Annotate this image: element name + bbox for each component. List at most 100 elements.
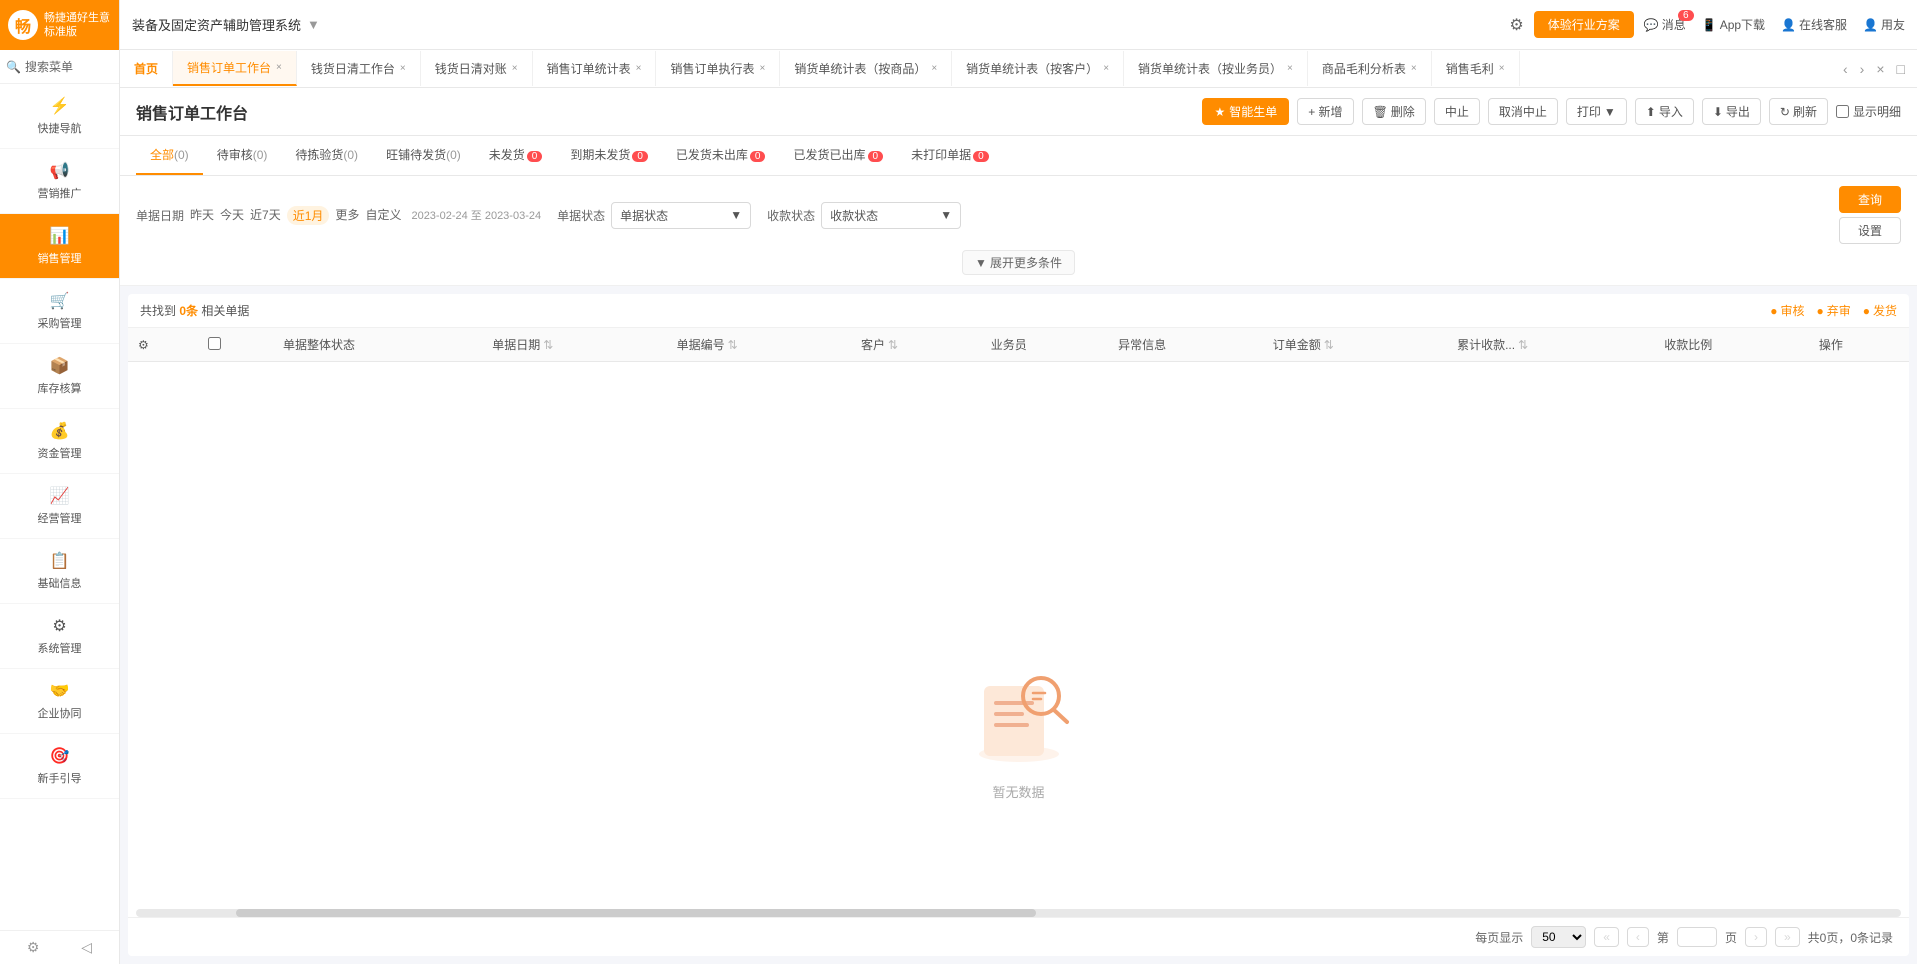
sidebar-item-purchase[interactable]: 🛒采购管理	[0, 279, 119, 344]
tab-close-sales-workbench[interactable]: ×	[276, 62, 282, 73]
show-detail-input[interactable]	[1836, 105, 1849, 118]
scrollbar-thumb[interactable]	[236, 909, 1036, 917]
setting-btn[interactable]: 设置	[1839, 217, 1901, 244]
online-service-action[interactable]: 👤 在线客服	[1781, 16, 1847, 33]
sub-tab-pending-inspect[interactable]: 待拣验货(0)	[281, 136, 372, 175]
th-date[interactable]: 单据日期⇅	[482, 328, 666, 362]
tab-close-sales-customer-stats[interactable]: ×	[1103, 63, 1109, 74]
sidebar-item-basic-info[interactable]: 📋基础信息	[0, 539, 119, 604]
tab-cash-daily[interactable]: 钱货日清工作台×	[297, 51, 421, 86]
tab-maximize-icon[interactable]: □	[1893, 59, 1909, 79]
sort-collected-icon[interactable]: ⇅	[1518, 338, 1528, 352]
tab-close-cash-daily[interactable]: ×	[400, 63, 406, 74]
add-btn[interactable]: + 新增	[1297, 98, 1353, 125]
delete-btn[interactable]: 🗑 删除	[1362, 98, 1426, 125]
tab-sales-staff-stats[interactable]: 销货单统计表（按业务员）×	[1124, 51, 1308, 86]
table-action-ship[interactable]: ●发货	[1863, 302, 1897, 319]
sort-amount-icon[interactable]: ⇅	[1324, 338, 1334, 352]
table-action-abandon[interactable]: ●弃审	[1816, 302, 1850, 319]
date-link-今天[interactable]: 今天	[220, 206, 244, 225]
user-action[interactable]: 👤 用友	[1863, 16, 1905, 33]
tab-sales-customer-stats[interactable]: 销货单统计表（按客户）×	[952, 51, 1124, 86]
tab-gross-margin[interactable]: 商品毛利分析表×	[1308, 51, 1432, 86]
sidebar-item-marketing[interactable]: 📢营销推广	[0, 149, 119, 214]
table-action-review[interactable]: ●审核	[1770, 302, 1804, 319]
tab-sales-exec[interactable]: 销售订单执行表×	[656, 51, 780, 86]
sub-tab-all[interactable]: 全部(0)	[136, 136, 203, 175]
th-number[interactable]: 单据编号⇅	[667, 328, 851, 362]
sort-customer-icon[interactable]: ⇅	[888, 338, 898, 352]
show-detail-checkbox[interactable]: 显示明细	[1836, 103, 1901, 120]
sub-tab-shipped-not-warehoused[interactable]: 已发货未出库0	[662, 136, 780, 175]
prev-page-btn[interactable]: ‹	[1627, 927, 1649, 947]
app-download-action[interactable]: 📱 App下载	[1702, 16, 1765, 33]
tab-close-gross-margin[interactable]: ×	[1411, 63, 1417, 74]
tab-close-sales-stats[interactable]: ×	[636, 63, 642, 74]
tab-sales-product-stats[interactable]: 销货单统计表（按商品）×	[780, 51, 952, 86]
th-customer[interactable]: 客户⇅	[851, 328, 981, 362]
trial-btn[interactable]: 体验行业方案	[1534, 11, 1634, 38]
payment-select[interactable]: 收款状态 ▼	[821, 202, 961, 229]
status-select[interactable]: 单据状态 ▼	[611, 202, 751, 229]
message-action[interactable]: 💬 消息 6	[1644, 16, 1686, 33]
tab-sales-workbench[interactable]: 销售订单工作台×	[173, 51, 297, 86]
sub-tab-pending-review[interactable]: 待审核(0)	[203, 136, 282, 175]
tab-close-sales-staff-stats[interactable]: ×	[1287, 63, 1293, 74]
sidebar-item-finance[interactable]: 💰资金管理	[0, 409, 119, 474]
settings-gear-icon[interactable]: ⚙	[27, 939, 40, 956]
tab-sales-misc[interactable]: 销售毛利×	[1432, 51, 1520, 86]
tab-close-sales-misc[interactable]: ×	[1499, 63, 1505, 74]
refresh-btn[interactable]: ↻ 刷新	[1769, 98, 1828, 125]
per-page-select[interactable]: 102050100	[1531, 926, 1586, 948]
cancel-stop-btn[interactable]: 取消中止	[1488, 98, 1558, 125]
sidebar-search[interactable]: 🔍 搜索菜单	[0, 50, 119, 84]
sub-tab-not-printed[interactable]: 未打印单据0	[897, 136, 1003, 175]
stop-btn[interactable]: 中止	[1434, 98, 1480, 125]
select-all-checkbox[interactable]	[208, 337, 221, 350]
date-link-自定义[interactable]: 自定义	[365, 206, 401, 225]
last-page-btn[interactable]: »	[1775, 927, 1800, 947]
first-page-btn[interactable]: «	[1594, 927, 1619, 947]
page-input[interactable]: 1	[1677, 927, 1717, 947]
system-dropdown-icon[interactable]: ▼	[307, 17, 320, 32]
column-settings-icon[interactable]: ⚙	[138, 338, 149, 352]
date-link-近7天[interactable]: 近7天	[250, 206, 281, 225]
sidebar-item-inventory[interactable]: 📦库存核算	[0, 344, 119, 409]
th-collected[interactable]: 累计收款...⇅	[1447, 328, 1654, 362]
sidebar-item-operations[interactable]: 📈经营管理	[0, 474, 119, 539]
tab-cash-reconcile[interactable]: 钱货日清对账×	[421, 51, 533, 86]
tab-prev-icon[interactable]: ‹	[1839, 59, 1852, 79]
date-link-更多[interactable]: 更多	[335, 206, 359, 225]
tab-close-sales-exec[interactable]: ×	[759, 63, 765, 74]
tab-close-cash-reconcile[interactable]: ×	[512, 63, 518, 74]
sub-tab-not-shipped[interactable]: 未发货0	[475, 136, 557, 175]
sidebar-item-sales[interactable]: 📊销售管理	[0, 214, 119, 279]
tab-close-all-icon[interactable]: ×	[1872, 59, 1888, 79]
tab-next-icon[interactable]: ›	[1856, 59, 1869, 79]
sub-tab-overdue-not-shipped[interactable]: 到期未发货0	[556, 136, 662, 175]
import-btn[interactable]: ⬆ 导入	[1635, 98, 1694, 125]
export-btn[interactable]: ⬇ 导出	[1702, 98, 1761, 125]
smart-generate-btn[interactable]: ★ 智能生单	[1202, 98, 1289, 125]
gear-settings-icon[interactable]: ⚙	[1509, 15, 1523, 35]
query-btn[interactable]: 查询	[1839, 186, 1901, 213]
tab-sales-stats[interactable]: 销售订单统计表×	[533, 51, 657, 86]
sort-number-icon[interactable]: ⇅	[728, 338, 738, 352]
print-btn[interactable]: 打印 ▼	[1566, 98, 1627, 125]
horizontal-scrollbar[interactable]	[136, 909, 1901, 917]
sort-date-icon[interactable]: ⇅	[543, 338, 553, 352]
sub-tab-shipped-warehoused[interactable]: 已发货已出库0	[779, 136, 897, 175]
sidebar-item-cooperation[interactable]: 🤝企业协同	[0, 669, 119, 734]
sidebar-item-quick-nav[interactable]: ⚡快捷导航	[0, 84, 119, 149]
sidebar-item-system[interactable]: ⚙系统管理	[0, 604, 119, 669]
next-page-btn[interactable]: ›	[1745, 927, 1767, 947]
collapse-icon[interactable]: ◁	[81, 939, 92, 956]
date-link-近1月[interactable]: 近1月	[287, 206, 330, 225]
date-link-昨天[interactable]: 昨天	[190, 206, 214, 225]
sidebar-item-guide[interactable]: 🎯新手引导	[0, 734, 119, 799]
expand-conditions-btn[interactable]: ▼ 展开更多条件	[962, 250, 1075, 275]
table-scroll-container[interactable]: ⚙单据整体状态单据日期⇅单据编号⇅客户⇅业务员异常信息订单金额⇅累计收款...⇅…	[128, 328, 1909, 559]
sub-tab-wangpu-pending[interactable]: 旺铺待发货(0)	[372, 136, 475, 175]
tab-close-sales-product-stats[interactable]: ×	[931, 63, 937, 74]
tab-home[interactable]: 首页	[120, 51, 173, 86]
